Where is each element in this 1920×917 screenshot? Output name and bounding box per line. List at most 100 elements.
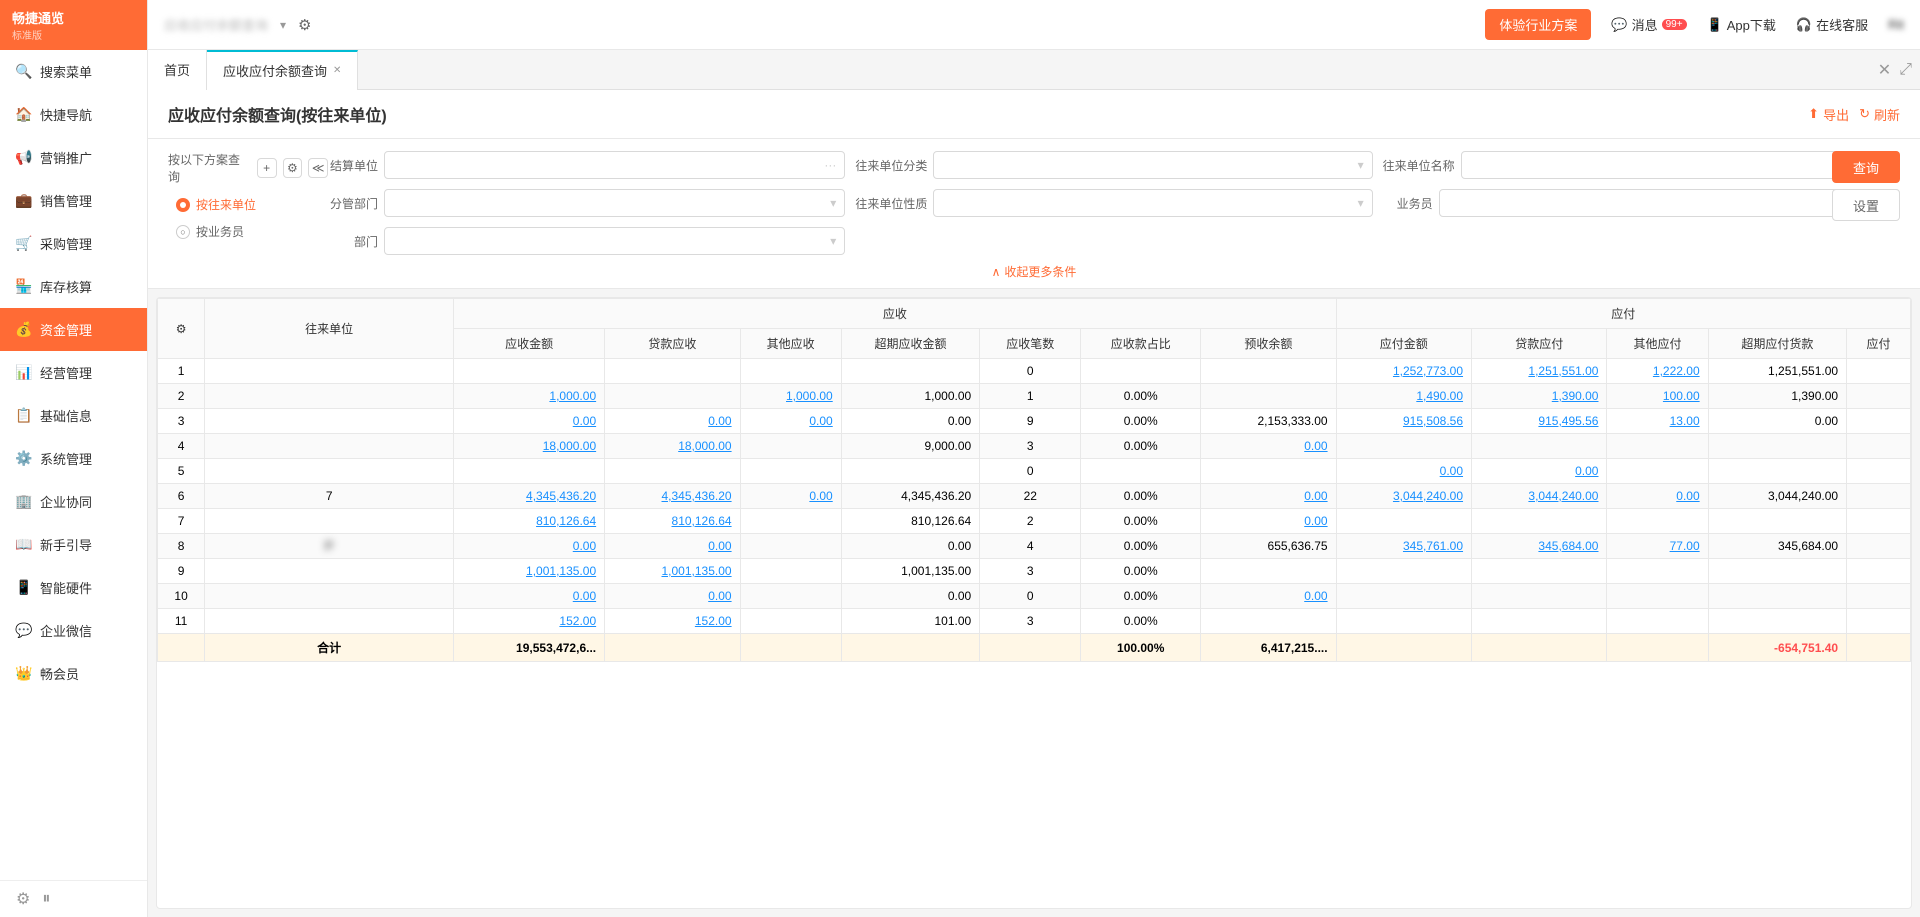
export-btn[interactable]: ⬆ 导出	[1808, 105, 1849, 124]
th-ar-other: 其他应收	[740, 329, 841, 359]
dropdown-arrow-icon[interactable]: ▾	[280, 18, 286, 32]
sidebar-item-search-menu[interactable]: 🔍 搜索菜单	[0, 50, 147, 93]
sidebar-item-system[interactable]: ⚙️ 系统管理	[0, 437, 147, 480]
sidebar-item-marketing[interactable]: 📢 营销推广	[0, 136, 147, 179]
td-ar-amount[interactable]: 0.00	[454, 534, 605, 559]
td-ar-prepaid[interactable]: 0.00	[1201, 434, 1336, 459]
th-ar-amount: 应收金额	[454, 329, 605, 359]
sidebar-item-guide[interactable]: 📖 新手引导	[0, 523, 147, 566]
th-settings[interactable]: ⚙	[158, 299, 205, 359]
settings-bottom-icon[interactable]: ⚙	[16, 889, 30, 909]
td-ap-amount	[1336, 434, 1471, 459]
td-ar-loan[interactable]: 0.00	[605, 409, 740, 434]
td-ar-prepaid[interactable]: 0.00	[1201, 584, 1336, 609]
sidebar-item-purchase[interactable]: 🛒 采购管理	[0, 222, 147, 265]
user-avatar[interactable]: Rit	[1888, 17, 1904, 32]
sidebar-item-sales[interactable]: 💼 销售管理	[0, 179, 147, 222]
sidebar-label: 销售管理	[40, 191, 92, 210]
online-support-item[interactable]: 🎧 在线客服	[1796, 15, 1868, 34]
td-ap-amount[interactable]: 345,761.00	[1336, 534, 1471, 559]
query-btn[interactable]: 查询	[1832, 151, 1900, 183]
tab-home-label: 首页	[164, 60, 190, 79]
td-ap-amount[interactable]: 1,490.00	[1336, 384, 1471, 409]
td-ap-other[interactable]: 1,222.00	[1607, 359, 1708, 384]
td-ap-other[interactable]: 77.00	[1607, 534, 1708, 559]
td-ap-loan[interactable]: 1,251,551.00	[1472, 359, 1607, 384]
sidebar-item-hardware[interactable]: 📱 智能硬件	[0, 566, 147, 609]
td-ar-loan[interactable]: 1,001,135.00	[605, 559, 740, 584]
scheme-collapse-icon[interactable]: ≪	[308, 158, 328, 178]
td-ap-amount[interactable]: 3,044,240.00	[1336, 484, 1471, 509]
unit-nature-select[interactable]: ▾	[933, 189, 1372, 217]
td-ar-loan[interactable]: 0.00	[605, 534, 740, 559]
td-ar-prepaid[interactable]: 0.00	[1201, 509, 1336, 534]
tab-close-all-icon[interactable]: ✕	[1878, 60, 1891, 80]
sidebar-item-operations[interactable]: 📊 经营管理	[0, 351, 147, 394]
collapse-sidebar-icon[interactable]: ⏸	[42, 890, 50, 908]
dept-select[interactable]: ▾	[384, 227, 845, 255]
sidebar-item-basic-info[interactable]: 📋 基础信息	[0, 394, 147, 437]
table-container[interactable]: ⚙ 往来单位 应收 应付 应收金额 贷款应收 其他应收 超期应收金额 应收笔数	[156, 297, 1912, 909]
td-ar-amount[interactable]: 1,001,135.00	[454, 559, 605, 584]
td-ar-amount[interactable]: 4,345,436.20	[454, 484, 605, 509]
td-ap-loan[interactable]: 3,044,240.00	[1472, 484, 1607, 509]
td-ar-count: 1	[980, 384, 1081, 409]
td-ar-loan[interactable]: 18,000.00	[605, 434, 740, 459]
td-ar-other[interactable]: 0.00	[740, 484, 841, 509]
sidebar-item-member[interactable]: 👑 畅会员	[0, 652, 147, 695]
td-ar-prepaid[interactable]: 0.00	[1201, 484, 1336, 509]
unit-category-select[interactable]: ▾	[933, 151, 1372, 179]
tab-home[interactable]: 首页	[148, 50, 207, 90]
td-ar-loan[interactable]: 152.00	[605, 609, 740, 634]
th-ap-last: 应付	[1847, 329, 1911, 359]
td-ap-other[interactable]: 0.00	[1607, 484, 1708, 509]
td-ap-loan[interactable]: 345,684.00	[1472, 534, 1607, 559]
notification-item[interactable]: 💬 消息 99+	[1611, 15, 1686, 34]
tab-expand-icon[interactable]: ⤢	[1899, 61, 1912, 79]
trial-industry-btn[interactable]: 体验行业方案	[1485, 9, 1591, 40]
settings-header-icon[interactable]: ⚙	[298, 16, 311, 34]
td-ar-amount[interactable]: 18,000.00	[454, 434, 605, 459]
td-ar-other[interactable]: 1,000.00	[740, 384, 841, 409]
add-scheme-icon[interactable]: +	[257, 158, 277, 178]
dept-mgr-label: 分管部门	[328, 195, 378, 212]
td-ar-amount[interactable]: 152.00	[454, 609, 605, 634]
refresh-btn[interactable]: ↻ 刷新	[1859, 105, 1900, 124]
td-ar-other	[740, 434, 841, 459]
td-ar-loan[interactable]: 0.00	[605, 584, 740, 609]
td-ar-amount[interactable]: 0.00	[454, 584, 605, 609]
td-ar-loan[interactable]: 4,345,436.20	[605, 484, 740, 509]
td-ap-loan[interactable]: 915,495.56	[1472, 409, 1607, 434]
scheme-option-unit[interactable]: 按往来单位	[168, 193, 328, 216]
td-ap-amount[interactable]: 915,508.56	[1336, 409, 1471, 434]
dept-mgr-select[interactable]: ▾	[384, 189, 845, 217]
td-ap-loan	[1472, 509, 1607, 534]
set-btn[interactable]: 设置	[1832, 189, 1900, 221]
tab-close-icon[interactable]: ✕	[333, 65, 341, 76]
td-ar-loan[interactable]: 810,126.64	[605, 509, 740, 534]
table-settings-icon[interactable]: ⚙	[176, 322, 187, 336]
tab-ar-ap[interactable]: 应收应付余额查询 ✕	[207, 50, 358, 90]
app-download-item[interactable]: 📱 App下载	[1707, 15, 1776, 34]
scheme-settings-icon[interactable]: ⚙	[283, 158, 303, 178]
td-no: 8	[158, 534, 205, 559]
scheme-option-salesman[interactable]: ○ 按业务员	[168, 220, 328, 243]
td-ar-amount[interactable]: 1,000.00	[454, 384, 605, 409]
sidebar-item-inventory[interactable]: 🏪 库存核算	[0, 265, 147, 308]
td-ar-other[interactable]: 0.00	[740, 409, 841, 434]
td-ar-amount[interactable]: 0.00	[454, 409, 605, 434]
td-ap-other[interactable]: 13.00	[1607, 409, 1708, 434]
td-ap-amount[interactable]: 1,252,773.00	[1336, 359, 1471, 384]
td-ap-loan[interactable]: 1,390.00	[1472, 384, 1607, 409]
salesman-input[interactable]: ···	[1439, 189, 1900, 217]
collapse-btn[interactable]: ∧ 收起更多条件	[168, 263, 1900, 280]
sidebar-item-wechat[interactable]: 💬 企业微信	[0, 609, 147, 652]
settlement-input[interactable]: ···	[384, 151, 845, 179]
sidebar-item-enterprise[interactable]: 🏢 企业协同	[0, 480, 147, 523]
td-ar-amount[interactable]: 810,126.64	[454, 509, 605, 534]
sidebar-item-quick-nav[interactable]: 🏠 快捷导航	[0, 93, 147, 136]
td-ap-loan[interactable]: 0.00	[1472, 459, 1607, 484]
sidebar-item-finance[interactable]: 💰 资金管理	[0, 308, 147, 351]
td-ap-other[interactable]: 100.00	[1607, 384, 1708, 409]
td-ap-amount[interactable]: 0.00	[1336, 459, 1471, 484]
